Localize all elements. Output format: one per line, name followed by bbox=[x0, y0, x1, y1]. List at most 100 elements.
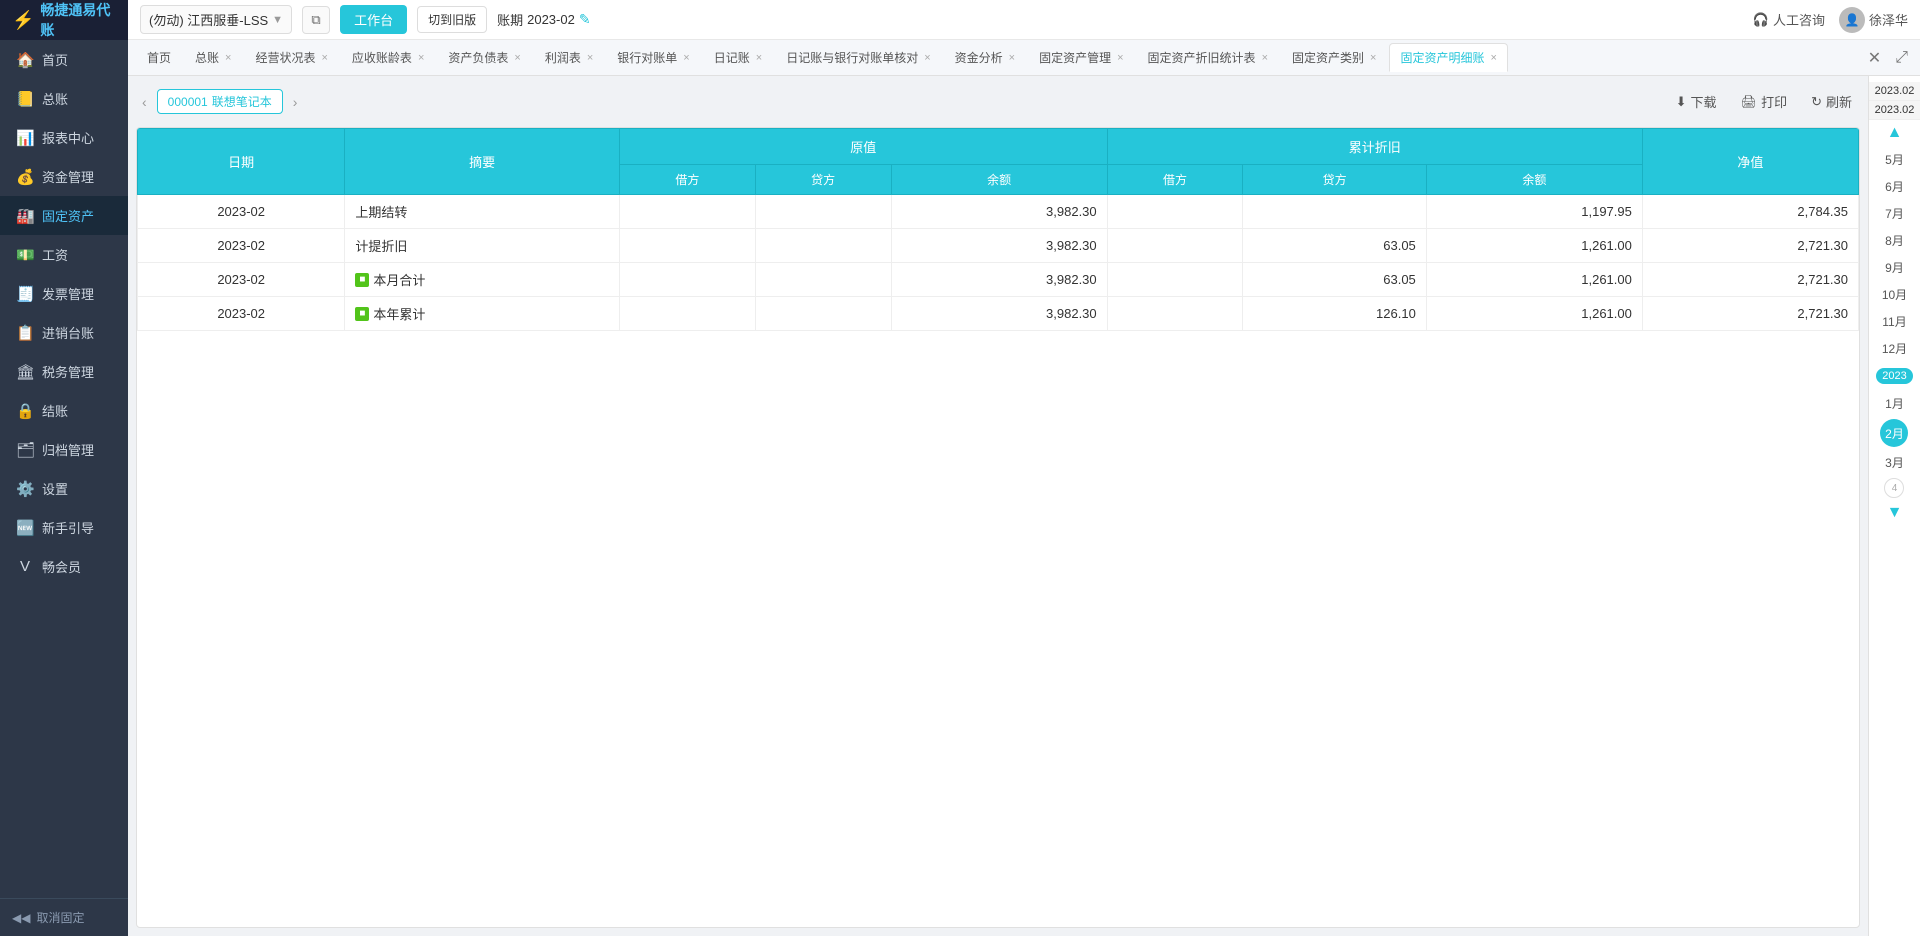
close-all-tabs-button[interactable]: ✕ bbox=[1864, 46, 1885, 70]
download-button[interactable]: ⬇ 下载 bbox=[1668, 88, 1725, 115]
tab-close-receivable[interactable]: × bbox=[418, 52, 424, 64]
breadcrumb-next[interactable]: › bbox=[287, 92, 304, 112]
sidebar-item-purchase-sale[interactable]: 📋进销台账 bbox=[0, 313, 128, 352]
timeline-month-item[interactable]: 3月 bbox=[1876, 449, 1912, 476]
timeline-up-button[interactable]: ▲ bbox=[1885, 124, 1905, 142]
timeline-month-item[interactable]: 11月 bbox=[1876, 308, 1912, 335]
tab-operation-status[interactable]: 经营状况表× bbox=[244, 43, 338, 72]
pin-icon: ◀◀ bbox=[12, 911, 30, 925]
timeline-month-item[interactable]: 7月 bbox=[1876, 200, 1912, 227]
sidebar-item-closing[interactable]: 🔒结账 bbox=[0, 391, 128, 430]
user-menu[interactable]: 👤 徐泽华 bbox=[1839, 7, 1908, 33]
print-label: 打印 bbox=[1761, 92, 1787, 111]
cell-orig-balance: 3,982.30 bbox=[891, 263, 1107, 297]
tab-label-fixed-assets-depreciation: 固定资产折旧统计表 bbox=[1148, 49, 1256, 66]
timeline-month-item[interactable]: 12月 bbox=[1876, 335, 1912, 362]
tab-close-fixed-assets-depreciation[interactable]: × bbox=[1262, 52, 1268, 64]
tab-label-profit: 利润表 bbox=[545, 49, 581, 66]
tab-capital-analysis[interactable]: 资金分析× bbox=[944, 43, 1026, 72]
timeline-month-active[interactable]: 2月 bbox=[1876, 419, 1912, 447]
cell-summary: 计提折旧 bbox=[345, 229, 620, 263]
ai-consult-link[interactable]: 🎧 人工咨询 bbox=[1753, 10, 1825, 29]
company-selector[interactable]: (勿动) 江西服垂-LSS ▼ bbox=[140, 5, 292, 34]
cell-orig-debit bbox=[619, 297, 755, 331]
timeline-month-item[interactable]: 10月 bbox=[1876, 281, 1912, 308]
breadcrumb-prev[interactable]: ‹ bbox=[136, 92, 153, 112]
cell-accum-debit bbox=[1107, 263, 1243, 297]
tab-close-fixed-assets-mgmt[interactable]: × bbox=[1117, 52, 1123, 64]
sidebar-item-guide[interactable]: 🆕新手引导 bbox=[0, 508, 128, 547]
cell-accum-balance: 1,261.00 bbox=[1426, 297, 1642, 331]
tab-balance-sheet[interactable]: 资产负债表 × bbox=[437, 43, 531, 72]
tab-close-capital-analysis[interactable]: × bbox=[1009, 52, 1015, 64]
tab-profit[interactable]: 利润表 × bbox=[534, 43, 604, 72]
timeline-header-2: 2023.02 bbox=[1869, 101, 1920, 120]
tab-label-journal-bank-check: 日记账与银行对账单核对 bbox=[786, 49, 918, 66]
timeline-down-button[interactable]: ▼ bbox=[1885, 504, 1905, 522]
action-buttons: ⬇ 下载 🖨 打印 ↻ 刷新 bbox=[1668, 88, 1860, 115]
tab-close-fixed-assets-category[interactable]: × bbox=[1370, 52, 1376, 64]
tab-fixed-assets-detail[interactable]: 固定资产明细账× bbox=[1389, 43, 1507, 72]
tab-label-balance-sheet: 资产负债表 bbox=[448, 49, 508, 66]
sidebar-nav: 🏠首页📒总账📊报表中心💰资金管理🏭固定资产💵工资🧾发票管理📋进销台账🏛税务管理🔒… bbox=[0, 40, 128, 898]
sidebar-item-archive[interactable]: 🗂归档管理 bbox=[0, 430, 128, 469]
tab-close-journal[interactable]: × bbox=[756, 52, 762, 64]
sidebar-pin-toggle[interactable]: ◀◀ 取消固定 bbox=[0, 898, 128, 936]
print-button[interactable]: 🖨 打印 bbox=[1733, 88, 1796, 115]
breadcrumb-tag: 000001 联想笔记本 bbox=[157, 89, 283, 114]
sidebar-item-tax[interactable]: 🏛税务管理 bbox=[0, 352, 128, 391]
label-badge: ■ bbox=[355, 307, 369, 321]
sidebar-item-home[interactable]: 🏠首页 bbox=[0, 40, 128, 79]
copy-button[interactable]: ⧉ bbox=[302, 6, 330, 34]
cell-accum-credit: 63.05 bbox=[1243, 229, 1426, 263]
sidebar-item-fixed-assets[interactable]: 🏭固定资产 bbox=[0, 196, 128, 235]
tab-bank-statement[interactable]: 银行对账单× bbox=[606, 43, 700, 72]
sidebar-item-invoice[interactable]: 🧾发票管理 bbox=[0, 274, 128, 313]
timeline-month-item[interactable]: 9月 bbox=[1876, 254, 1912, 281]
timeline-month-item[interactable]: 5月 bbox=[1876, 146, 1912, 173]
sidebar-item-vip[interactable]: V 畅会员 bbox=[0, 547, 128, 586]
sidebar-item-capital[interactable]: 💰资金管理 bbox=[0, 157, 128, 196]
company-name: (勿动) 江西服垂-LSS bbox=[149, 10, 268, 29]
tab-close-profit[interactable]: × bbox=[587, 52, 593, 64]
tab-receivable[interactable]: 应收账龄表× bbox=[341, 43, 435, 72]
timeline-month-item[interactable]: 8月 bbox=[1876, 227, 1912, 254]
period-edit-icon[interactable]: ✎ bbox=[579, 11, 591, 28]
sidebar-icon-vip: V bbox=[16, 558, 34, 575]
expand-tabs-button[interactable]: ⤢ bbox=[1891, 47, 1912, 69]
tab-home[interactable]: 首页 bbox=[136, 43, 182, 72]
tab-close-ledger[interactable]: × bbox=[225, 52, 231, 64]
tab-close-journal-bank-check[interactable]: × bbox=[924, 52, 930, 64]
sidebar-item-salary[interactable]: 💵工资 bbox=[0, 235, 128, 274]
detail-table: 日期 摘要 原值 累计折旧 净值 借方 贷方 余额 借方 贷方 余额 bbox=[137, 128, 1859, 331]
tab-ledger[interactable]: 总账× bbox=[184, 43, 242, 72]
tab-close-fixed-assets-detail[interactable]: × bbox=[1490, 52, 1496, 64]
label-badge: ■ bbox=[355, 273, 369, 287]
cell-accum-balance: 1,261.00 bbox=[1426, 229, 1642, 263]
table-row: 2023-02 ■本月合计 3,982.30 63.05 1,261.00 2,… bbox=[138, 263, 1859, 297]
sidebar-item-reports[interactable]: 📊报表中心 bbox=[0, 118, 128, 157]
workspace-button[interactable]: 工作台 bbox=[340, 5, 407, 34]
download-icon: ⬇ bbox=[1676, 94, 1687, 110]
timeline-item[interactable]: 4 bbox=[1876, 478, 1912, 498]
sidebar-icon-guide: 🆕 bbox=[16, 519, 34, 537]
timeline-month-item[interactable]: 1月 bbox=[1876, 390, 1912, 417]
switch-version-button[interactable]: 切到旧版 bbox=[417, 6, 487, 33]
tab-fixed-assets-depreciation[interactable]: 固定资产折旧统计表 × bbox=[1137, 43, 1279, 72]
tab-journal[interactable]: 日记账× bbox=[703, 43, 773, 72]
tab-close-bank-statement[interactable]: × bbox=[683, 52, 689, 64]
tab-fixed-assets-mgmt[interactable]: 固定资产管理 × bbox=[1028, 43, 1134, 72]
sidebar-label-vip: 畅会员 bbox=[42, 557, 81, 576]
pin-label: 取消固定 bbox=[36, 909, 84, 926]
sidebar-item-settings[interactable]: ⚙️设置 bbox=[0, 469, 128, 508]
refresh-button[interactable]: ↻ 刷新 bbox=[1803, 88, 1860, 115]
tab-close-operation-status[interactable]: × bbox=[321, 52, 327, 64]
sidebar-label-reports: 报表中心 bbox=[42, 128, 94, 147]
sidebar-item-ledger[interactable]: 📒总账 bbox=[0, 79, 128, 118]
tab-journal-bank-check[interactable]: 日记账与银行对账单核对 × bbox=[775, 43, 941, 72]
tab-close-balance-sheet[interactable]: × bbox=[514, 52, 520, 64]
timeline-month-item[interactable]: 6月 bbox=[1876, 173, 1912, 200]
tab-fixed-assets-category[interactable]: 固定资产类别× bbox=[1281, 43, 1387, 72]
col-accum-balance: 余额 bbox=[1426, 165, 1642, 195]
tab-label-fixed-assets-mgmt: 固定资产管理 bbox=[1039, 49, 1111, 66]
